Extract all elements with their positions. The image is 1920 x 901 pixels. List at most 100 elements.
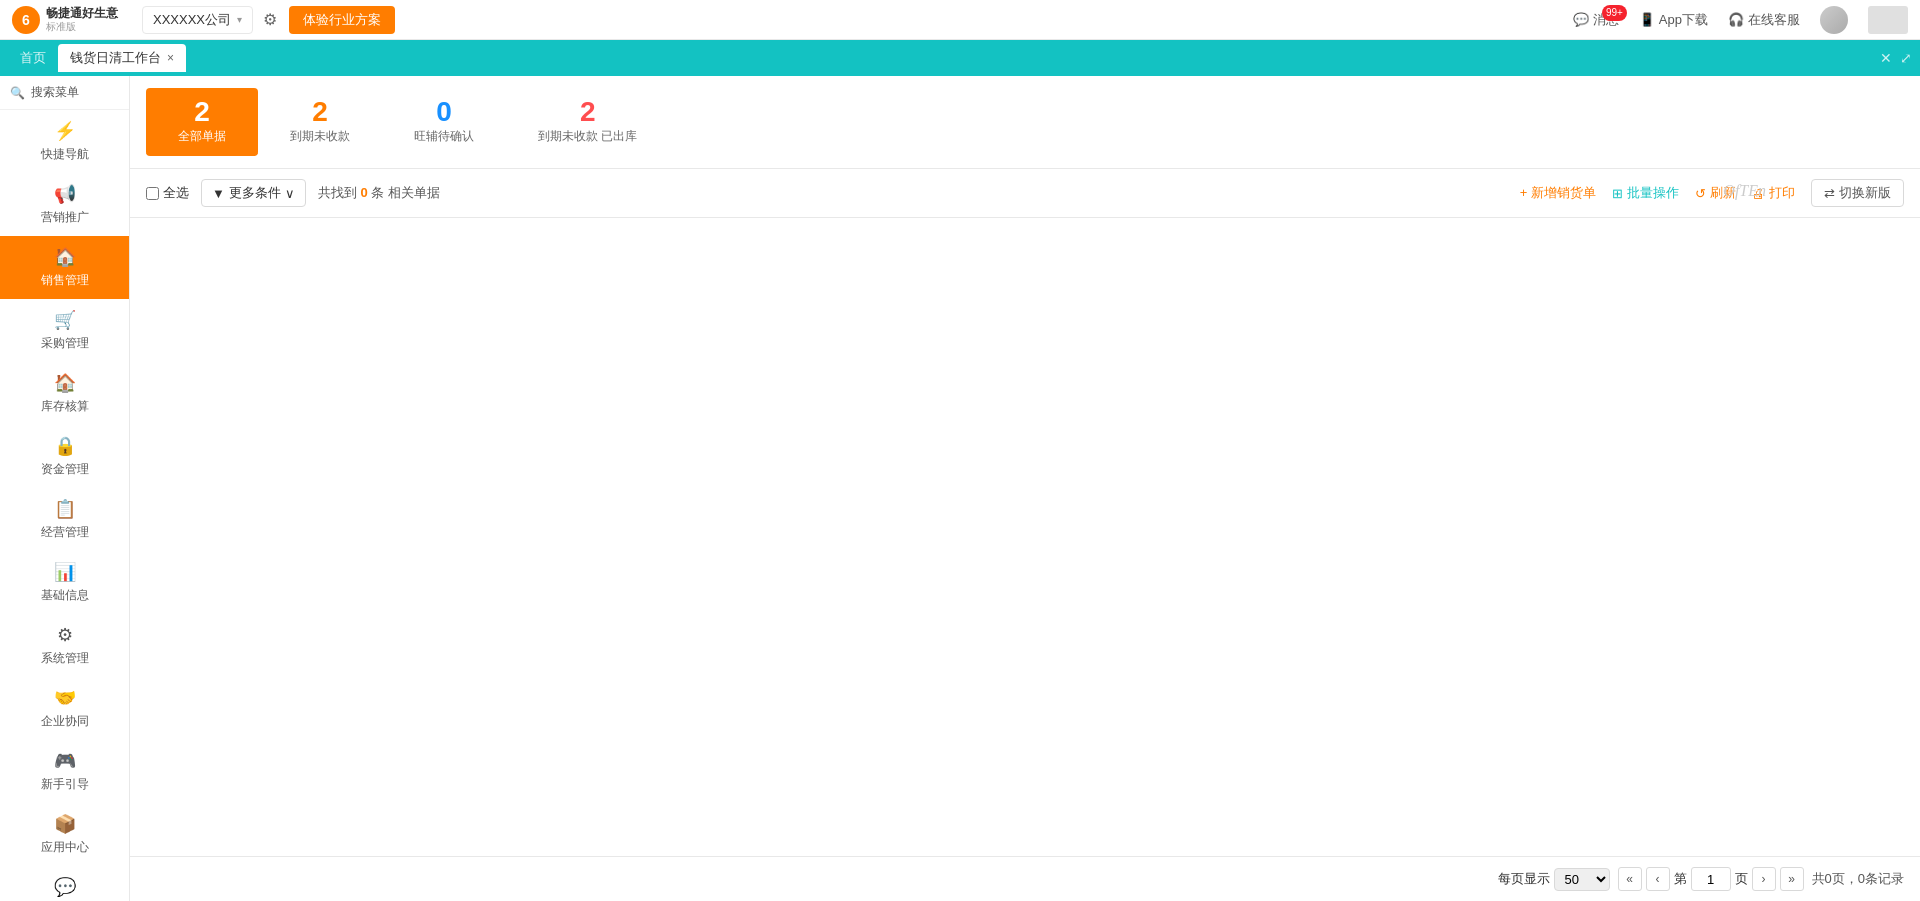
sidebar-item-label: 新手引导	[41, 776, 89, 793]
sidebar-item-label: 企业协同	[41, 713, 89, 730]
top-header: 6 畅捷通好生意 标准版 XXXXXX公司 ▾ ⚙ 体验行业方案 💬 消息 99…	[0, 0, 1920, 40]
tab-workbench[interactable]: 钱货日清工作台 ×	[58, 44, 186, 72]
more-filter-btn[interactable]: ▼ 更多条件 ∨	[201, 179, 306, 207]
result-text: 共找到 0 条 相关单据	[318, 184, 440, 202]
tab-home[interactable]: 首页	[8, 44, 58, 72]
experience-btn[interactable]: 体验行业方案	[289, 6, 395, 34]
page-input[interactable]	[1691, 867, 1731, 891]
wechat-icon: 💬	[54, 876, 76, 898]
page-size-dropdown[interactable]: 50 100 200	[1554, 868, 1610, 891]
card-shipped-number: 2	[580, 96, 596, 128]
filter-icon: ▼	[212, 186, 225, 201]
page-unit: 页	[1735, 870, 1748, 888]
nav-tabs-right: ✕ ⤢	[1880, 50, 1912, 66]
sidebar: 🔍 搜索菜单 ⚡ 快捷导航 📢 营销推广 🏠 销售管理 🛒 采购管理 🏠 库存核…	[0, 76, 130, 901]
message-btn[interactable]: 💬 消息 99+	[1573, 11, 1619, 29]
select-all-input[interactable]	[146, 187, 159, 200]
sidebar-item-wechat[interactable]: 💬 企业微信	[0, 866, 129, 901]
card-pending[interactable]: 0 旺辅待确认	[382, 88, 506, 156]
sidebar-item-label: 库存核算	[41, 398, 89, 415]
sidebar-item-label: 基础信息	[41, 587, 89, 604]
app-main-title: 畅捷通好生意	[46, 6, 118, 20]
page-label: 第	[1674, 870, 1687, 888]
message-badge: 99+	[1602, 5, 1627, 21]
sidebar-item-label: 销售管理	[41, 272, 89, 289]
avatar[interactable]	[1820, 6, 1848, 34]
tab-close-all-icon[interactable]: ✕	[1880, 50, 1892, 66]
operation-icon: 📋	[54, 498, 76, 520]
sidebar-item-label: 快捷导航	[41, 146, 89, 163]
nav-tabs: 首页 钱货日清工作台 × ✕ ⤢	[0, 40, 1920, 76]
guide-icon: 🎮	[54, 750, 76, 772]
company-selector[interactable]: XXXXXX公司 ▾	[142, 6, 253, 34]
settings-icon[interactable]: ⚙	[263, 10, 277, 29]
batch-ops-label: 批量操作	[1627, 184, 1679, 202]
card-all-label: 全部单据	[178, 128, 226, 145]
avatar-img	[1820, 6, 1848, 34]
card-all-number: 2	[194, 96, 210, 128]
last-page-btn[interactable]: »	[1780, 867, 1804, 891]
card-shipped[interactable]: 2 到期未收款 已出库	[506, 88, 669, 156]
sidebar-item-enterprise[interactable]: 🤝 企业协同	[0, 677, 129, 740]
sales-icon: 🏠	[54, 246, 76, 268]
main-layout: 🔍 搜索菜单 ⚡ 快捷导航 📢 营销推广 🏠 销售管理 🛒 采购管理 🏠 库存核…	[0, 76, 1920, 901]
app-download-btn[interactable]: 📱 App下载	[1639, 11, 1708, 29]
toolbar: 全选 ▼ 更多条件 ∨ 共找到 0 条 相关单据 + 新增销货单 ⊞ 批量操作	[130, 169, 1920, 218]
sidebar-item-app-center[interactable]: 📦 应用中心	[0, 803, 129, 866]
logo-icon: 6	[12, 6, 40, 34]
select-all-checkbox[interactable]: 全选	[146, 184, 189, 202]
summary-cards: 2 全部单据 2 到期未收款 0 旺辅待确认 2 到期未收款 已出库	[130, 76, 1920, 169]
online-service-label: 在线客服	[1748, 11, 1800, 29]
card-overdue-number: 2	[312, 96, 328, 128]
inventory-icon: 🏠	[54, 372, 76, 394]
batch-icon: ⊞	[1612, 186, 1623, 201]
card-pending-number: 0	[436, 96, 452, 128]
result-unit: 条	[371, 185, 384, 200]
batch-ops-btn[interactable]: ⊞ 批量操作	[1612, 184, 1679, 202]
card-overdue[interactable]: 2 到期未收款	[258, 88, 382, 156]
next-page-btn[interactable]: ›	[1752, 867, 1776, 891]
service-icon: 🎧	[1728, 12, 1744, 27]
sidebar-item-system[interactable]: ⚙ 系统管理	[0, 614, 129, 677]
sidebar-item-label: 营销推广	[41, 209, 89, 226]
purchase-icon: 🛒	[54, 309, 76, 331]
sidebar-item-inventory[interactable]: 🏠 库存核算	[0, 362, 129, 425]
user-name-area	[1868, 6, 1908, 34]
sidebar-search[interactable]: 🔍 搜索菜单	[0, 76, 129, 110]
app-center-icon: 📦	[54, 813, 76, 835]
select-all-label: 全选	[163, 184, 189, 202]
search-icon: 🔍	[10, 86, 25, 100]
print-label: 打印	[1769, 184, 1795, 202]
app-download-label: App下载	[1659, 11, 1708, 29]
tab-close-icon[interactable]: ×	[167, 51, 174, 65]
company-name: XXXXXX公司	[153, 11, 231, 29]
sidebar-search-label: 搜索菜单	[31, 84, 79, 101]
page-size-select: 每页显示 50 100 200	[1498, 868, 1610, 891]
card-overdue-label: 到期未收款	[290, 128, 350, 145]
sidebar-item-quick-nav[interactable]: ⚡ 快捷导航	[0, 110, 129, 173]
sidebar-item-marketing[interactable]: 📢 营销推广	[0, 173, 129, 236]
basic-info-icon: 📊	[54, 561, 76, 583]
result-count: 0	[361, 185, 368, 200]
sidebar-item-operation[interactable]: 📋 经营管理	[0, 488, 129, 551]
switch-version-btn[interactable]: ⇄ 切换新版	[1811, 179, 1904, 207]
tab-expand-icon[interactable]: ⤢	[1900, 50, 1912, 66]
sidebar-item-guide[interactable]: 🎮 新手引导	[0, 740, 129, 803]
first-page-btn[interactable]: «	[1618, 867, 1642, 891]
prev-page-btn[interactable]: ‹	[1646, 867, 1670, 891]
new-sales-btn[interactable]: + 新增销货单	[1520, 184, 1596, 202]
app-sub-title: 标准版	[46, 21, 118, 33]
sidebar-item-sales[interactable]: 🏠 销售管理	[0, 236, 129, 299]
tab-workbench-label: 钱货日清工作台	[70, 49, 161, 67]
sidebar-item-purchase[interactable]: 🛒 采购管理	[0, 299, 129, 362]
sidebar-item-label: 经营管理	[41, 524, 89, 541]
header-right: 💬 消息 99+ 📱 App下载 🎧 在线客服	[1573, 6, 1908, 34]
card-pending-label: 旺辅待确认	[414, 128, 474, 145]
sidebar-item-basic-info[interactable]: 📊 基础信息	[0, 551, 129, 614]
card-all[interactable]: 2 全部单据	[146, 88, 258, 156]
sidebar-item-finance[interactable]: 🔒 资金管理	[0, 425, 129, 488]
chevron-down-icon: ▾	[237, 14, 242, 25]
system-icon: ⚙	[57, 624, 73, 646]
new-sales-label: + 新增销货单	[1520, 184, 1596, 202]
online-service-btn[interactable]: 🎧 在线客服	[1728, 11, 1800, 29]
